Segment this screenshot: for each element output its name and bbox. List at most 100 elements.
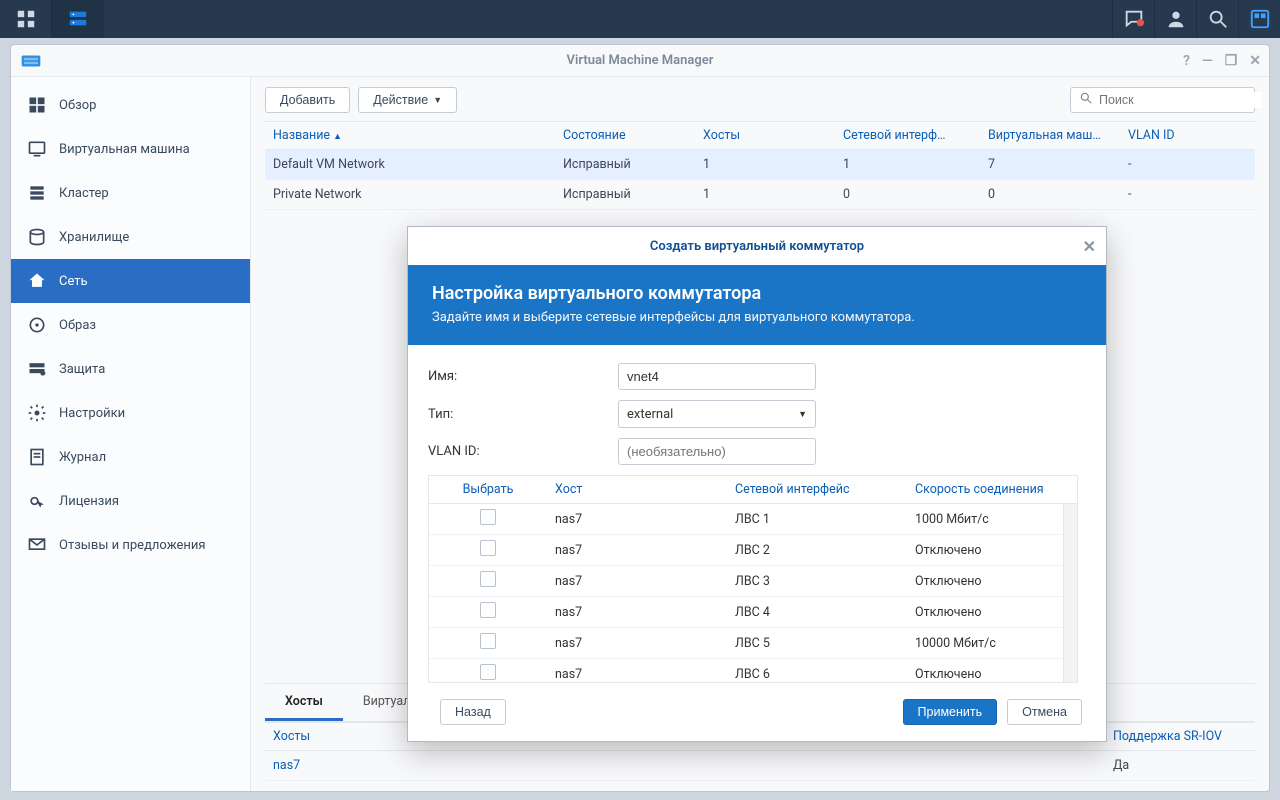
sidebar-item-label: Журнал — [59, 450, 106, 465]
app-icon — [21, 54, 41, 68]
back-button[interactable]: Назад — [440, 699, 506, 725]
sidebar-item-label: Виртуальная машина — [59, 142, 190, 157]
network-table: Название▲ Состояние Хосты Сетевой интерф… — [265, 121, 1255, 210]
sidebar-item-storage[interactable]: Хранилище — [11, 215, 250, 259]
name-field[interactable] — [618, 363, 816, 390]
sidebar: Обзор Виртуальная машина Кластер Хранилище С… — [11, 77, 251, 791]
sidebar-item-network[interactable]: Сеть — [11, 259, 250, 303]
checkbox[interactable] — [480, 664, 496, 680]
table-row[interactable]: nas7Да — [265, 751, 1255, 781]
apps-icon[interactable] — [0, 0, 52, 38]
create-vswitch-dialog: Создать виртуальный коммутатор ✕ Настрой… — [407, 226, 1107, 742]
add-button[interactable]: Добавить — [265, 87, 350, 113]
name-label: Имя: — [428, 369, 618, 384]
col-vlan[interactable]: VLAN ID — [1120, 122, 1255, 150]
checkbox[interactable] — [480, 509, 496, 525]
sidebar-item-license[interactable]: Лицензия — [11, 479, 250, 523]
sort-asc-icon: ▲ — [333, 132, 342, 142]
dialog-header-title: Настройка виртуального коммутатора — [432, 283, 1082, 304]
dialog-title: Создать виртуальный коммутатор — [650, 239, 864, 254]
action-button[interactable]: Действие ▼ — [358, 87, 457, 113]
cancel-button[interactable]: Отмена — [1007, 699, 1082, 725]
sidebar-item-label: Обзор — [59, 98, 96, 113]
sidebar-item-protect[interactable]: Защита — [11, 347, 250, 391]
magnifier-icon — [1079, 91, 1093, 109]
window-titlebar: Virtual Machine Manager ? — ❐ ✕ — [11, 45, 1269, 77]
chevron-down-icon: ▼ — [433, 95, 442, 105]
search-input[interactable] — [1070, 87, 1255, 113]
chevron-down-icon: ▼ — [798, 409, 807, 420]
table-row: nas7ЛВС 3Отключено — [429, 566, 1077, 597]
col-iface[interactable]: Сетевой интерфейс — [727, 476, 907, 504]
server-icon[interactable] — [52, 0, 104, 38]
search-field[interactable] — [1097, 92, 1262, 108]
col-state[interactable]: Состояние — [555, 122, 695, 150]
sidebar-item-label: Образ — [59, 318, 96, 333]
sidebar-item-log[interactable]: Журнал — [11, 435, 250, 479]
tab-0[interactable]: Хосты — [265, 684, 343, 721]
chat-icon[interactable] — [1112, 0, 1154, 38]
protect-icon — [27, 359, 47, 379]
scrollbar[interactable] — [1063, 504, 1077, 682]
sidebar-item-label: Сеть — [59, 274, 88, 289]
col-sriov[interactable]: Поддержка SR-IOV — [1105, 723, 1255, 751]
widgets-icon[interactable] — [1238, 0, 1280, 38]
sidebar-item-vm[interactable]: Виртуальная машина — [11, 127, 250, 171]
window-maximize-icon[interactable]: ❐ — [1225, 53, 1238, 69]
checkbox[interactable] — [480, 602, 496, 618]
vlan-field[interactable] — [618, 438, 816, 465]
sidebar-item-label: Хранилище — [59, 230, 129, 245]
sidebar-item-label: Отзывы и предложения — [59, 538, 206, 553]
system-topbar — [0, 0, 1280, 38]
user-icon[interactable] — [1154, 0, 1196, 38]
sidebar-item-overview[interactable]: Обзор — [11, 83, 250, 127]
log-icon — [27, 447, 47, 467]
col-select: Выбрать — [429, 476, 547, 504]
apply-button[interactable]: Применить — [903, 699, 998, 725]
type-select[interactable]: external ▼ — [618, 400, 816, 428]
col-host[interactable]: Хост — [547, 476, 727, 504]
action-button-label: Действие — [373, 93, 428, 107]
dialog-header: Настройка виртуального коммутатора Задай… — [408, 265, 1106, 345]
image-icon — [27, 315, 47, 335]
sidebar-item-settings[interactable]: Настройки — [11, 391, 250, 435]
sidebar-item-feedback[interactable]: Отзывы и предложения — [11, 523, 250, 567]
window-title: Virtual Machine Manager — [567, 53, 714, 68]
overview-icon — [27, 95, 47, 115]
feedback-icon — [27, 535, 47, 555]
table-row: nas7ЛВС 2Отключено — [429, 535, 1077, 566]
col-speed[interactable]: Скорость соединения — [907, 476, 1077, 504]
vlan-label: VLAN ID: — [428, 444, 618, 459]
col-hosts[interactable]: Хосты — [695, 122, 835, 150]
type-value: external — [627, 407, 673, 422]
table-row: nas7ЛВС 6Отключено — [429, 659, 1077, 684]
table-row[interactable]: Private NetworkИсправный100- — [265, 180, 1255, 210]
sidebar-item-cluster[interactable]: Кластер — [11, 171, 250, 215]
window-help-icon[interactable]: ? — [1183, 53, 1190, 69]
table-row: nas7ЛВС 11000 Мбит/с — [429, 504, 1077, 535]
table-row: nas7ЛВС 4Отключено — [429, 597, 1077, 628]
dialog-header-sub: Задайте имя и выберите сетевые интерфейс… — [432, 310, 1082, 325]
window-minimize-icon[interactable]: — — [1202, 53, 1213, 69]
checkbox[interactable] — [480, 633, 496, 649]
checkbox[interactable] — [480, 571, 496, 587]
sidebar-item-label: Настройки — [59, 406, 125, 421]
network-icon — [27, 271, 47, 291]
window-close-icon[interactable]: ✕ — [1249, 53, 1261, 69]
checkbox[interactable] — [480, 540, 496, 556]
dialog-titlebar: Создать виртуальный коммутатор ✕ — [408, 227, 1106, 265]
sidebar-item-image[interactable]: Образ — [11, 303, 250, 347]
col-iface[interactable]: Сетевой интерф… — [835, 122, 980, 150]
table-row: nas7ЛВС 510000 Мбит/с — [429, 628, 1077, 659]
col-name[interactable]: Название▲ — [265, 122, 555, 150]
dialog-footer: Назад Применить Отмена — [408, 683, 1106, 741]
iface-table-wrap: Выбрать Хост Сетевой интерфейс Скорость … — [428, 475, 1078, 683]
table-row[interactable]: Default VM NetworkИсправный117- — [265, 150, 1255, 180]
vm-icon — [27, 139, 47, 159]
license-icon — [27, 491, 47, 511]
close-icon[interactable]: ✕ — [1083, 237, 1096, 256]
search-icon[interactable] — [1196, 0, 1238, 38]
settings-icon — [27, 403, 47, 423]
toolbar: Добавить Действие ▼ — [265, 87, 1255, 113]
col-vm[interactable]: Виртуальная маш… — [980, 122, 1120, 150]
